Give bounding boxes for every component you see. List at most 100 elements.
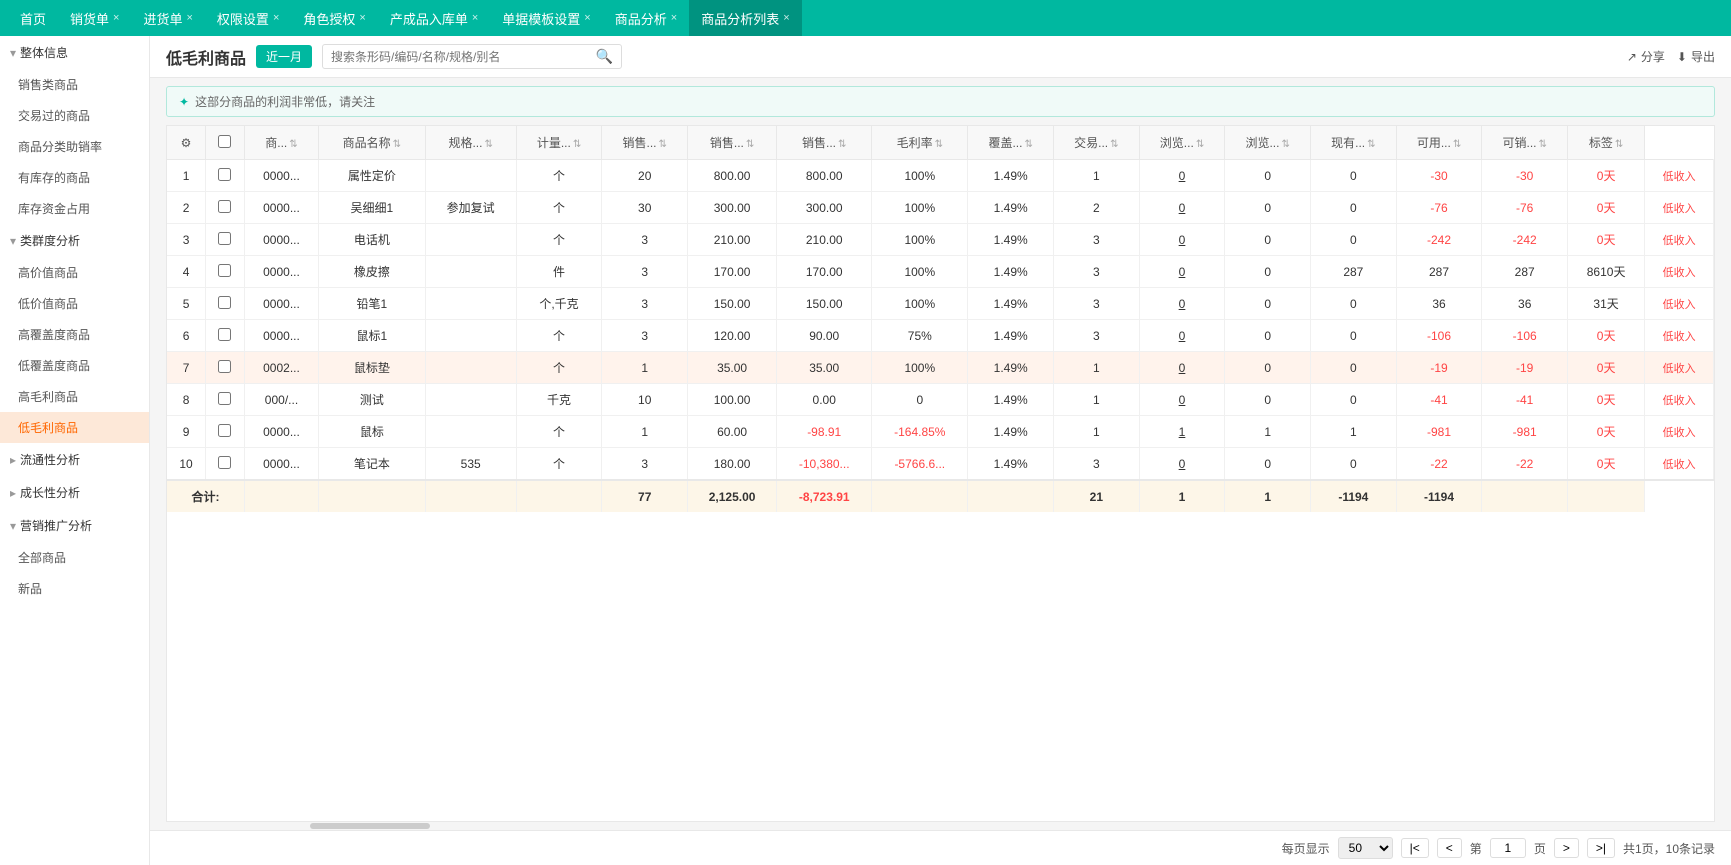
share-icon: ↗ [1627, 50, 1637, 64]
col-tag[interactable]: 标签⇅ [1568, 126, 1645, 160]
close-icon[interactable]: × [186, 12, 192, 24]
row-checkbox[interactable] [218, 296, 231, 309]
sidebar-item-inventory-capital[interactable]: 库存资金占用 [0, 193, 149, 224]
page-input[interactable] [1490, 838, 1526, 858]
col-stock2[interactable]: 可用...⇅ [1396, 126, 1482, 160]
cell-trade[interactable]: 0 [1139, 224, 1225, 256]
row-checkbox[interactable] [218, 232, 231, 245]
cell-trade[interactable]: 0 [1139, 192, 1225, 224]
next-page-button[interactable]: > [1554, 838, 1579, 858]
share-button[interactable]: ↗ 分享 [1627, 48, 1665, 65]
cell-checkbox[interactable] [206, 160, 245, 192]
nav-purchase-order[interactable]: 进货单 × [131, 0, 204, 36]
nav-sales-order[interactable]: 销货单 × [58, 0, 131, 36]
nav-permissions[interactable]: 权限设置 × [205, 0, 291, 36]
nav-home[interactable]: 首页 [8, 0, 58, 36]
cell-trade[interactable]: 0 [1139, 352, 1225, 384]
sidebar-item-stocked-goods[interactable]: 有库存的商品 [0, 162, 149, 193]
cell-checkbox[interactable] [206, 352, 245, 384]
cell-checkbox[interactable] [206, 320, 245, 352]
row-checkbox[interactable] [218, 328, 231, 341]
col-days[interactable]: 可销...⇅ [1482, 126, 1568, 160]
select-all-checkbox[interactable] [218, 135, 231, 148]
sidebar-item-high-value[interactable]: 高价值商品 [0, 257, 149, 288]
row-checkbox[interactable] [218, 200, 231, 213]
search-icon[interactable]: 🔍 [596, 48, 613, 65]
search-input[interactable] [331, 50, 596, 64]
first-page-button[interactable]: |< [1401, 838, 1429, 858]
col-unit[interactable]: 计量...⇅ [516, 126, 602, 160]
row-checkbox[interactable] [218, 424, 231, 437]
sidebar-group-cluster[interactable]: ▾ 类群度分析 [0, 224, 149, 257]
cell-trade[interactable]: 1 [1139, 416, 1225, 448]
close-icon[interactable]: × [273, 12, 279, 24]
cell-trade[interactable]: 0 [1139, 160, 1225, 192]
close-icon[interactable]: × [584, 12, 590, 24]
sidebar-item-new-goods[interactable]: 新品 [0, 573, 149, 604]
data-table-wrapper[interactable]: ⚙ 商...⇅ 商品名称⇅ 规格...⇅ 计量...⇅ 销售...⇅ 销售...… [166, 125, 1715, 822]
sidebar-item-traded-goods[interactable]: 交易过的商品 [0, 100, 149, 131]
prev-page-button[interactable]: < [1437, 838, 1462, 858]
cell-trade[interactable]: 0 [1139, 384, 1225, 416]
sidebar-item-high-coverage[interactable]: 高覆盖度商品 [0, 319, 149, 350]
horizontal-scrollbar[interactable] [150, 822, 1731, 830]
col-sales-qty[interactable]: 销售...⇅ [602, 126, 688, 160]
cell-checkbox[interactable] [206, 224, 245, 256]
cell-trade[interactable]: 0 [1139, 288, 1225, 320]
cell-checkbox[interactable] [206, 288, 245, 320]
cell-trade[interactable]: 0 [1139, 448, 1225, 481]
cell-checkbox[interactable] [206, 192, 245, 224]
cell-checkbox[interactable] [206, 384, 245, 416]
sidebar-group-overall[interactable]: ▾ 整体信息 [0, 36, 149, 69]
cell-trade[interactable]: 0 [1139, 320, 1225, 352]
row-checkbox[interactable] [218, 392, 231, 405]
sidebar-item-high-margin[interactable]: 高毛利商品 [0, 381, 149, 412]
sidebar-item-low-margin[interactable]: 低毛利商品 [0, 412, 149, 443]
col-checkbox[interactable] [206, 126, 245, 160]
row-checkbox[interactable] [218, 360, 231, 373]
export-button[interactable]: ⬇ 导出 [1677, 48, 1715, 65]
last-page-button[interactable]: >| [1587, 838, 1615, 858]
col-sales-price[interactable]: 销售...⇅ [688, 126, 777, 160]
cell-checkbox[interactable] [206, 416, 245, 448]
sidebar-item-all-goods[interactable]: 全部商品 [0, 542, 149, 573]
cell-tag: 低收入 [1645, 352, 1714, 384]
col-settings[interactable]: ⚙ [167, 126, 206, 160]
sidebar-item-sales-goods[interactable]: 销售类商品 [0, 69, 149, 100]
close-icon[interactable]: × [359, 12, 365, 24]
close-icon[interactable]: × [671, 12, 677, 24]
row-checkbox[interactable] [218, 168, 231, 181]
col-browse2[interactable]: 浏览...⇅ [1225, 126, 1311, 160]
sidebar-group-marketing[interactable]: ▾ 营销推广分析 [0, 509, 149, 542]
nav-template-settings[interactable]: 单据模板设置 × [490, 0, 602, 36]
close-icon[interactable]: × [472, 12, 478, 24]
cell-checkbox[interactable] [206, 448, 245, 481]
sidebar-group-growth[interactable]: ▸ 成长性分析 [0, 476, 149, 509]
close-icon[interactable]: × [113, 12, 119, 24]
nav-product-analysis[interactable]: 商品分析 × [603, 0, 689, 36]
col-name[interactable]: 商品名称⇅ [319, 126, 426, 160]
date-filter-button[interactable]: 近一月 [256, 45, 312, 68]
col-code[interactable]: 商...⇅ [244, 126, 318, 160]
nav-products-in[interactable]: 产成品入库单 × [378, 0, 490, 36]
sidebar-item-low-value[interactable]: 低价值商品 [0, 288, 149, 319]
sidebar-group-circulation[interactable]: ▸ 流通性分析 [0, 443, 149, 476]
cell-trade[interactable]: 0 [1139, 256, 1225, 288]
sidebar-item-low-coverage[interactable]: 低覆盖度商品 [0, 350, 149, 381]
col-trade[interactable]: 交易...⇅ [1054, 126, 1140, 160]
scrollbar-thumb[interactable] [310, 823, 430, 829]
row-checkbox[interactable] [218, 456, 231, 469]
per-page-select[interactable]: 50 100 [1338, 837, 1393, 859]
col-sales-cost[interactable]: 销售...⇅ [777, 126, 872, 160]
sidebar-item-category-sales-rate[interactable]: 商品分类助销率 [0, 131, 149, 162]
col-gross-margin[interactable]: 毛利率⇅ [872, 126, 968, 160]
col-stock1[interactable]: 现有...⇅ [1311, 126, 1397, 160]
col-coverage[interactable]: 覆盖...⇅ [968, 126, 1054, 160]
row-checkbox[interactable] [218, 264, 231, 277]
col-browse1[interactable]: 浏览...⇅ [1139, 126, 1225, 160]
nav-product-analysis-list[interactable]: 商品分析列表 × [689, 0, 801, 36]
col-spec[interactable]: 规格...⇅ [425, 126, 516, 160]
cell-checkbox[interactable] [206, 256, 245, 288]
close-icon[interactable]: × [783, 12, 789, 24]
nav-roles[interactable]: 角色授权 × [291, 0, 377, 36]
